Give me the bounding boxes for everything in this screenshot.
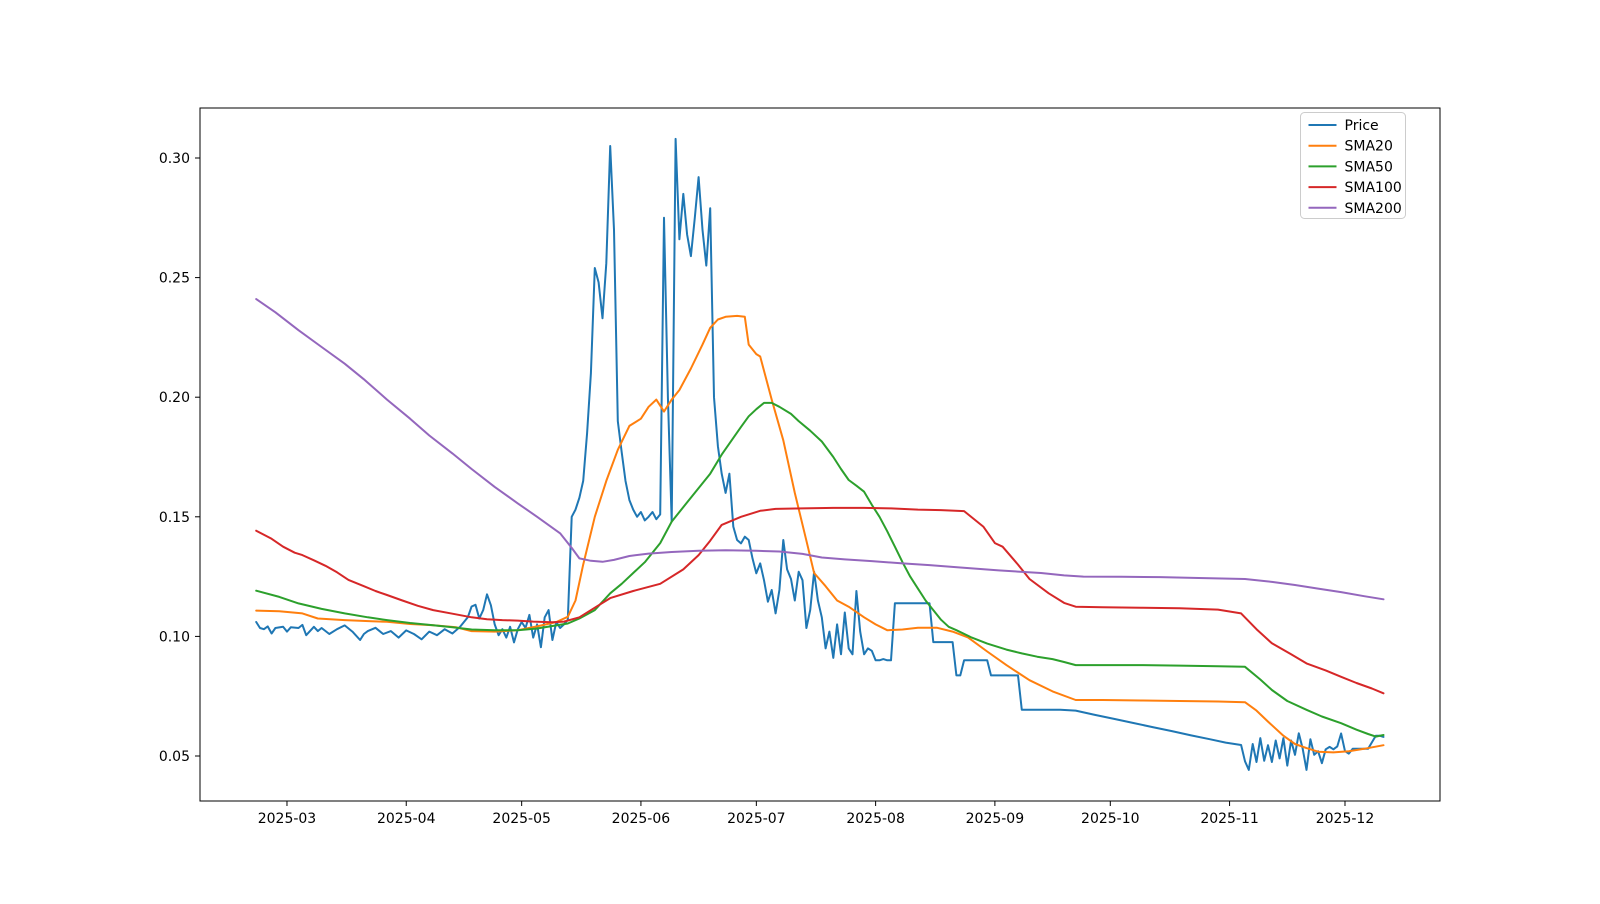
chart-figure: 2025-03 2025-04 2025-05 2025-06 2025-07 2025-… [0, 0, 1600, 900]
x-tick-label: 2025-06 [612, 811, 671, 827]
series-line-sma200 [255, 298, 1385, 601]
y-tick-label: 0.30 [159, 151, 190, 167]
axes: 2025-03 2025-04 2025-05 2025-06 2025-07 2025-… [159, 107, 1441, 827]
y-tick-label: 0.25 [159, 271, 190, 287]
x-tick-label: 2025-11 [1200, 811, 1259, 827]
legend-label-sma50: SMA50 [1345, 159, 1393, 175]
y-tick-label: 0.10 [159, 629, 190, 645]
x-tick-label: 2025-07 [727, 811, 786, 827]
price-sma-line-chart: 2025-03 2025-04 2025-05 2025-06 2025-07 2025-… [159, 107, 1441, 827]
series-lines [255, 137, 1385, 771]
x-tick-label: 2025-03 [258, 811, 317, 827]
legend: Price SMA20 SMA50 SMA100 SMA200 [1300, 112, 1406, 219]
legend-label-sma100: SMA100 [1345, 180, 1402, 196]
plot-border [199, 107, 1441, 802]
x-tick-label: 2025-12 [1316, 811, 1375, 827]
series-line-sma50 [255, 401, 1385, 738]
legend-label-sma200: SMA200 [1345, 201, 1402, 217]
x-tick-label: 2025-05 [492, 811, 551, 827]
series-line-sma20 [255, 314, 1385, 754]
x-tick-label: 2025-09 [966, 811, 1025, 827]
x-tick-label: 2025-08 [846, 811, 905, 827]
x-tick-label: 2025-10 [1081, 811, 1140, 827]
legend-label-sma20: SMA20 [1345, 139, 1393, 155]
series-line-price [255, 137, 1385, 771]
y-tick-label: 0.05 [159, 749, 190, 765]
x-tick-label: 2025-04 [377, 811, 436, 827]
y-tick-label: 0.20 [159, 390, 190, 406]
y-tick-label: 0.15 [159, 510, 190, 526]
legend-label-price: Price [1345, 118, 1379, 134]
